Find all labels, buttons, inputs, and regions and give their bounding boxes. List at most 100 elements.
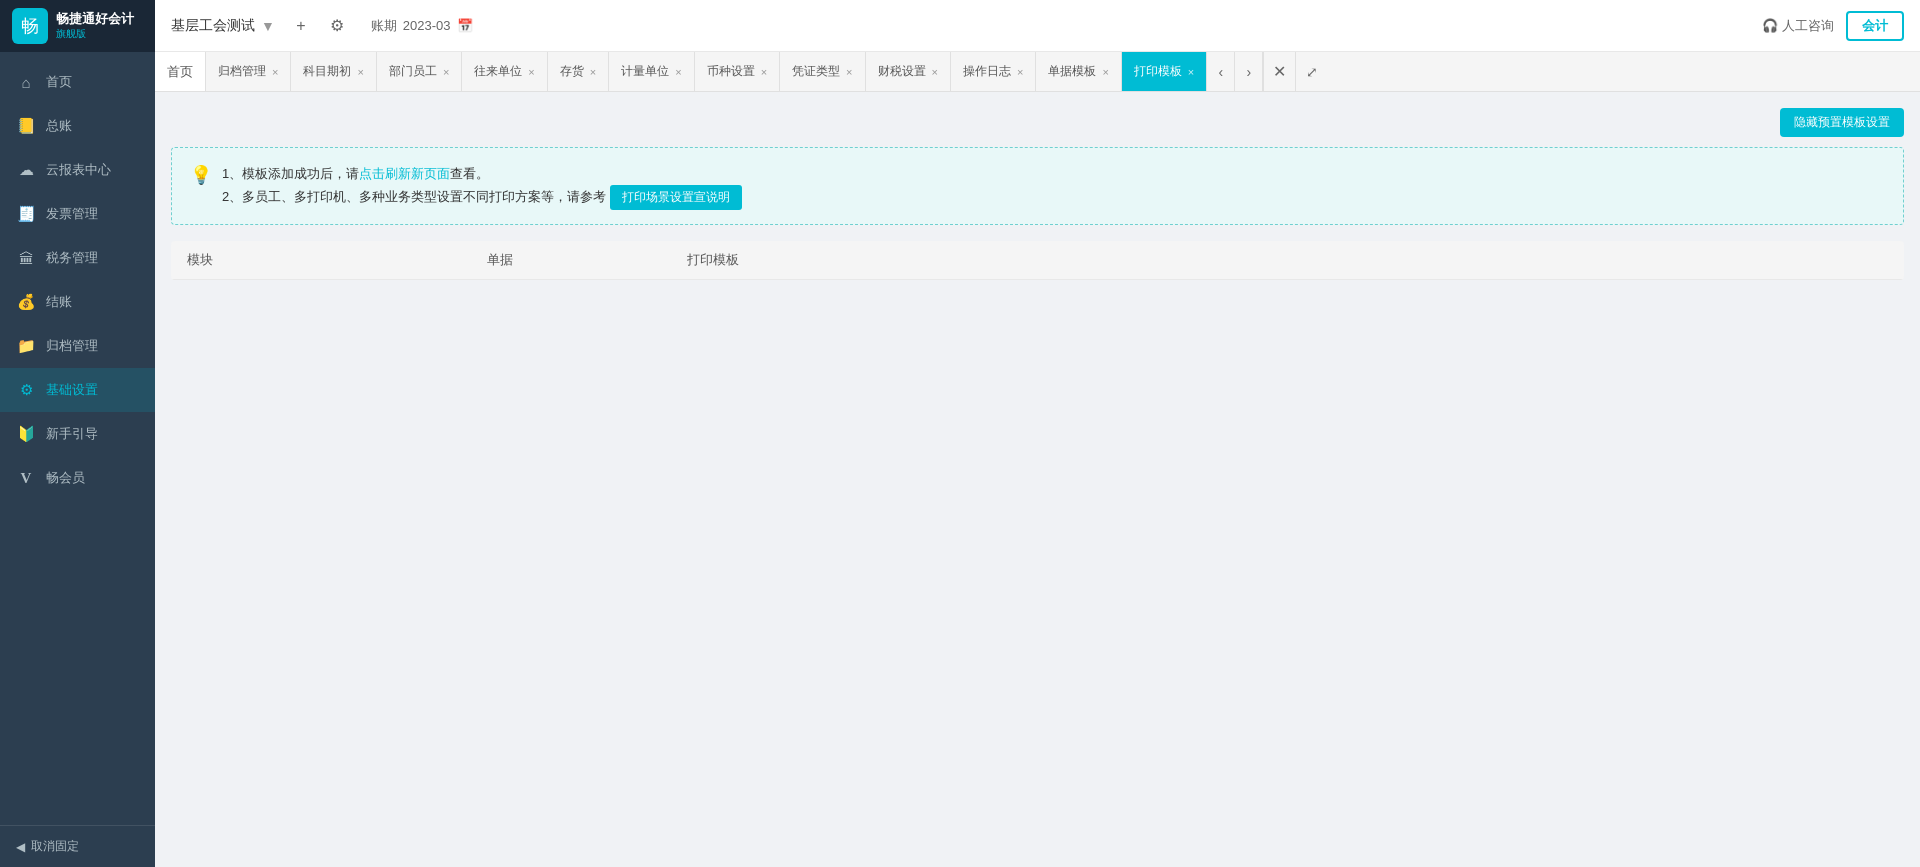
tab-tax-setting[interactable]: 财税设置 × xyxy=(866,52,951,92)
tab-dept-staff-label: 部门员工 xyxy=(389,63,437,80)
sidebar-item-label: 总账 xyxy=(46,117,72,135)
member-icon: V xyxy=(16,468,36,488)
sidebar-item-invoice[interactable]: 🧾 发票管理 xyxy=(0,192,155,236)
info-refresh-link[interactable]: 点击刷新新页面 xyxy=(359,166,450,181)
sidebar-item-home[interactable]: ⌂ 首页 xyxy=(0,60,155,104)
tab-single-template[interactable]: 单据模板 × xyxy=(1036,52,1121,92)
tab-inventory-label: 存货 xyxy=(560,63,584,80)
home-icon: ⌂ xyxy=(16,72,36,92)
logo-icon: 畅 xyxy=(12,8,48,44)
tab-subject-init-close[interactable]: × xyxy=(357,66,363,78)
sidebar-item-settle[interactable]: 💰 结账 xyxy=(0,280,155,324)
archive-icon: 📁 xyxy=(16,336,36,356)
tab-print-template[interactable]: 打印模板 × xyxy=(1122,52,1207,92)
tab-tax-setting-close[interactable]: × xyxy=(932,66,938,78)
tab-expand-button[interactable]: ⤢ xyxy=(1295,52,1327,92)
tab-vendor[interactable]: 往来单位 × xyxy=(462,52,547,92)
sidebar-item-archive[interactable]: 📁 归档管理 xyxy=(0,324,155,368)
settle-icon: 💰 xyxy=(16,292,36,312)
tab-bar: 首页 归档管理 × 科目期初 × 部门员工 × 往来单位 × 存货 × xyxy=(155,52,1920,92)
hide-template-button[interactable]: 隐藏预置模板设置 xyxy=(1780,108,1904,137)
tab-tax-setting-label: 财税设置 xyxy=(878,63,926,80)
info-line1-suffix: 查看。 xyxy=(450,166,489,181)
tab-archive-mgmt-close[interactable]: × xyxy=(272,66,278,78)
tab-single-template-label: 单据模板 xyxy=(1048,63,1096,80)
content-actions: 隐藏预置模板设置 xyxy=(171,108,1904,137)
tab-unit-close[interactable]: × xyxy=(675,66,681,78)
tax-icon: 🏛 xyxy=(16,248,36,268)
tab-close-all-button[interactable]: ✕ xyxy=(1263,52,1295,92)
tab-inventory[interactable]: 存货 × xyxy=(548,52,609,92)
info-box-content: 1、模板添加成功后，请点击刷新新页面查看。 2、多员工、多打印机、多种业务类型设… xyxy=(222,162,742,210)
period-selector[interactable]: 账期 2023-03 📅 xyxy=(371,17,473,35)
sidebar-item-tax[interactable]: 🏛 税务管理 xyxy=(0,236,155,280)
tab-home[interactable]: 首页 xyxy=(155,52,206,92)
period-label: 账期 xyxy=(371,17,397,35)
tab-dept-staff[interactable]: 部门员工 × xyxy=(377,52,462,92)
sidebar-item-ledger[interactable]: 📒 总账 xyxy=(0,104,155,148)
tab-prev-button[interactable]: ‹ xyxy=(1207,52,1235,92)
print-scene-button[interactable]: 打印场景设置宣说明 xyxy=(610,185,742,210)
org-settings-button[interactable]: ⚙ xyxy=(323,12,351,40)
sidebar-logo: 畅 畅捷通好会计 旗舰版 xyxy=(0,0,155,52)
data-table: 模块 单据 打印模板 xyxy=(171,241,1904,280)
tab-currency-close[interactable]: × xyxy=(761,66,767,78)
main-area: 基层工会测试 ▼ + ⚙ 账期 2023-03 📅 🎧 人工咨询 会计 xyxy=(155,0,1920,867)
sidebar-item-label: 基础设置 xyxy=(46,381,98,399)
tab-unit-label: 计量单位 xyxy=(621,63,669,80)
table-col-slip: 单据 xyxy=(471,241,671,279)
sidebar-item-reports[interactable]: ☁ 云报表中心 xyxy=(0,148,155,192)
tab-next-button[interactable]: › xyxy=(1235,52,1263,92)
tab-inventory-close[interactable]: × xyxy=(590,66,596,78)
sidebar-item-label: 结账 xyxy=(46,293,72,311)
org-chevron-icon: ▼ xyxy=(261,18,275,34)
bulb-icon: 💡 xyxy=(190,164,212,210)
headset-icon: 🎧 xyxy=(1762,18,1778,33)
tab-currency[interactable]: 币种设置 × xyxy=(695,52,780,92)
sidebar: 畅 畅捷通好会计 旗舰版 ⌂ 首页 📒 总账 ☁ 云报表中心 🧾 xyxy=(0,0,155,867)
sidebar-item-basic[interactable]: ⚙ 基础设置 xyxy=(0,368,155,412)
invoice-icon: 🧾 xyxy=(16,204,36,224)
tab-op-log-close[interactable]: × xyxy=(1017,66,1023,78)
tab-archive-mgmt[interactable]: 归档管理 × xyxy=(206,52,291,92)
sidebar-item-label: 畅会员 xyxy=(46,469,85,487)
tab-vendor-close[interactable]: × xyxy=(528,66,534,78)
add-tab-button[interactable]: + xyxy=(287,12,315,40)
content-area: 隐藏预置模板设置 💡 1、模板添加成功后，请点击刷新新页面查看。 2、多员工、多… xyxy=(155,92,1920,867)
info-line1-prefix: 1、模板添加成功后，请 xyxy=(222,166,359,181)
topbar-right: 🎧 人工咨询 会计 xyxy=(1762,11,1904,41)
info-line2-prefix: 2、多员工、多打印机、多种业务类型设置不同打印方案等，请参考 xyxy=(222,189,606,204)
tab-vendor-label: 往来单位 xyxy=(474,63,522,80)
ledger-icon: 📒 xyxy=(16,116,36,136)
tab-voucher-type-label: 凭证类型 xyxy=(792,63,840,80)
cancel-fixed-button[interactable]: ◀ 取消固定 xyxy=(0,825,155,867)
tab-home-label: 首页 xyxy=(167,63,193,81)
sidebar-item-member[interactable]: V 畅会员 xyxy=(0,456,155,500)
tab-voucher-type[interactable]: 凭证类型 × xyxy=(780,52,865,92)
tab-unit[interactable]: 计量单位 × xyxy=(609,52,694,92)
org-selector[interactable]: 基层工会测试 ▼ xyxy=(171,17,275,35)
sidebar-item-label: 归档管理 xyxy=(46,337,98,355)
tab-currency-label: 币种设置 xyxy=(707,63,755,80)
table-col-template: 打印模板 xyxy=(671,241,1904,279)
sidebar-item-label: 新手引导 xyxy=(46,425,98,443)
sidebar-nav: ⌂ 首页 📒 总账 ☁ 云报表中心 🧾 发票管理 🏛 税务管理 💰 结账 xyxy=(0,52,155,825)
tab-op-log[interactable]: 操作日志 × xyxy=(951,52,1036,92)
tab-single-template-close[interactable]: × xyxy=(1102,66,1108,78)
guide-icon: 🔰 xyxy=(16,424,36,444)
sidebar-item-label: 税务管理 xyxy=(46,249,98,267)
sidebar-item-label: 发票管理 xyxy=(46,205,98,223)
service-button[interactable]: 🎧 人工咨询 xyxy=(1762,17,1834,35)
info-box: 💡 1、模板添加成功后，请点击刷新新页面查看。 2、多员工、多打印机、多种业务类… xyxy=(171,147,1904,225)
accountant-button[interactable]: 会计 xyxy=(1846,11,1904,41)
topbar-actions: + ⚙ xyxy=(287,12,351,40)
tab-print-template-close[interactable]: × xyxy=(1188,66,1194,78)
period-value: 2023-03 xyxy=(403,18,451,33)
arrow-left-icon: ◀ xyxy=(16,840,25,854)
tab-subject-init[interactable]: 科目期初 × xyxy=(291,52,376,92)
tab-dept-staff-close[interactable]: × xyxy=(443,66,449,78)
tab-subject-init-label: 科目期初 xyxy=(303,63,351,80)
sidebar-item-guide[interactable]: 🔰 新手引导 xyxy=(0,412,155,456)
info-line1: 1、模板添加成功后，请点击刷新新页面查看。 xyxy=(222,162,742,185)
tab-voucher-type-close[interactable]: × xyxy=(846,66,852,78)
